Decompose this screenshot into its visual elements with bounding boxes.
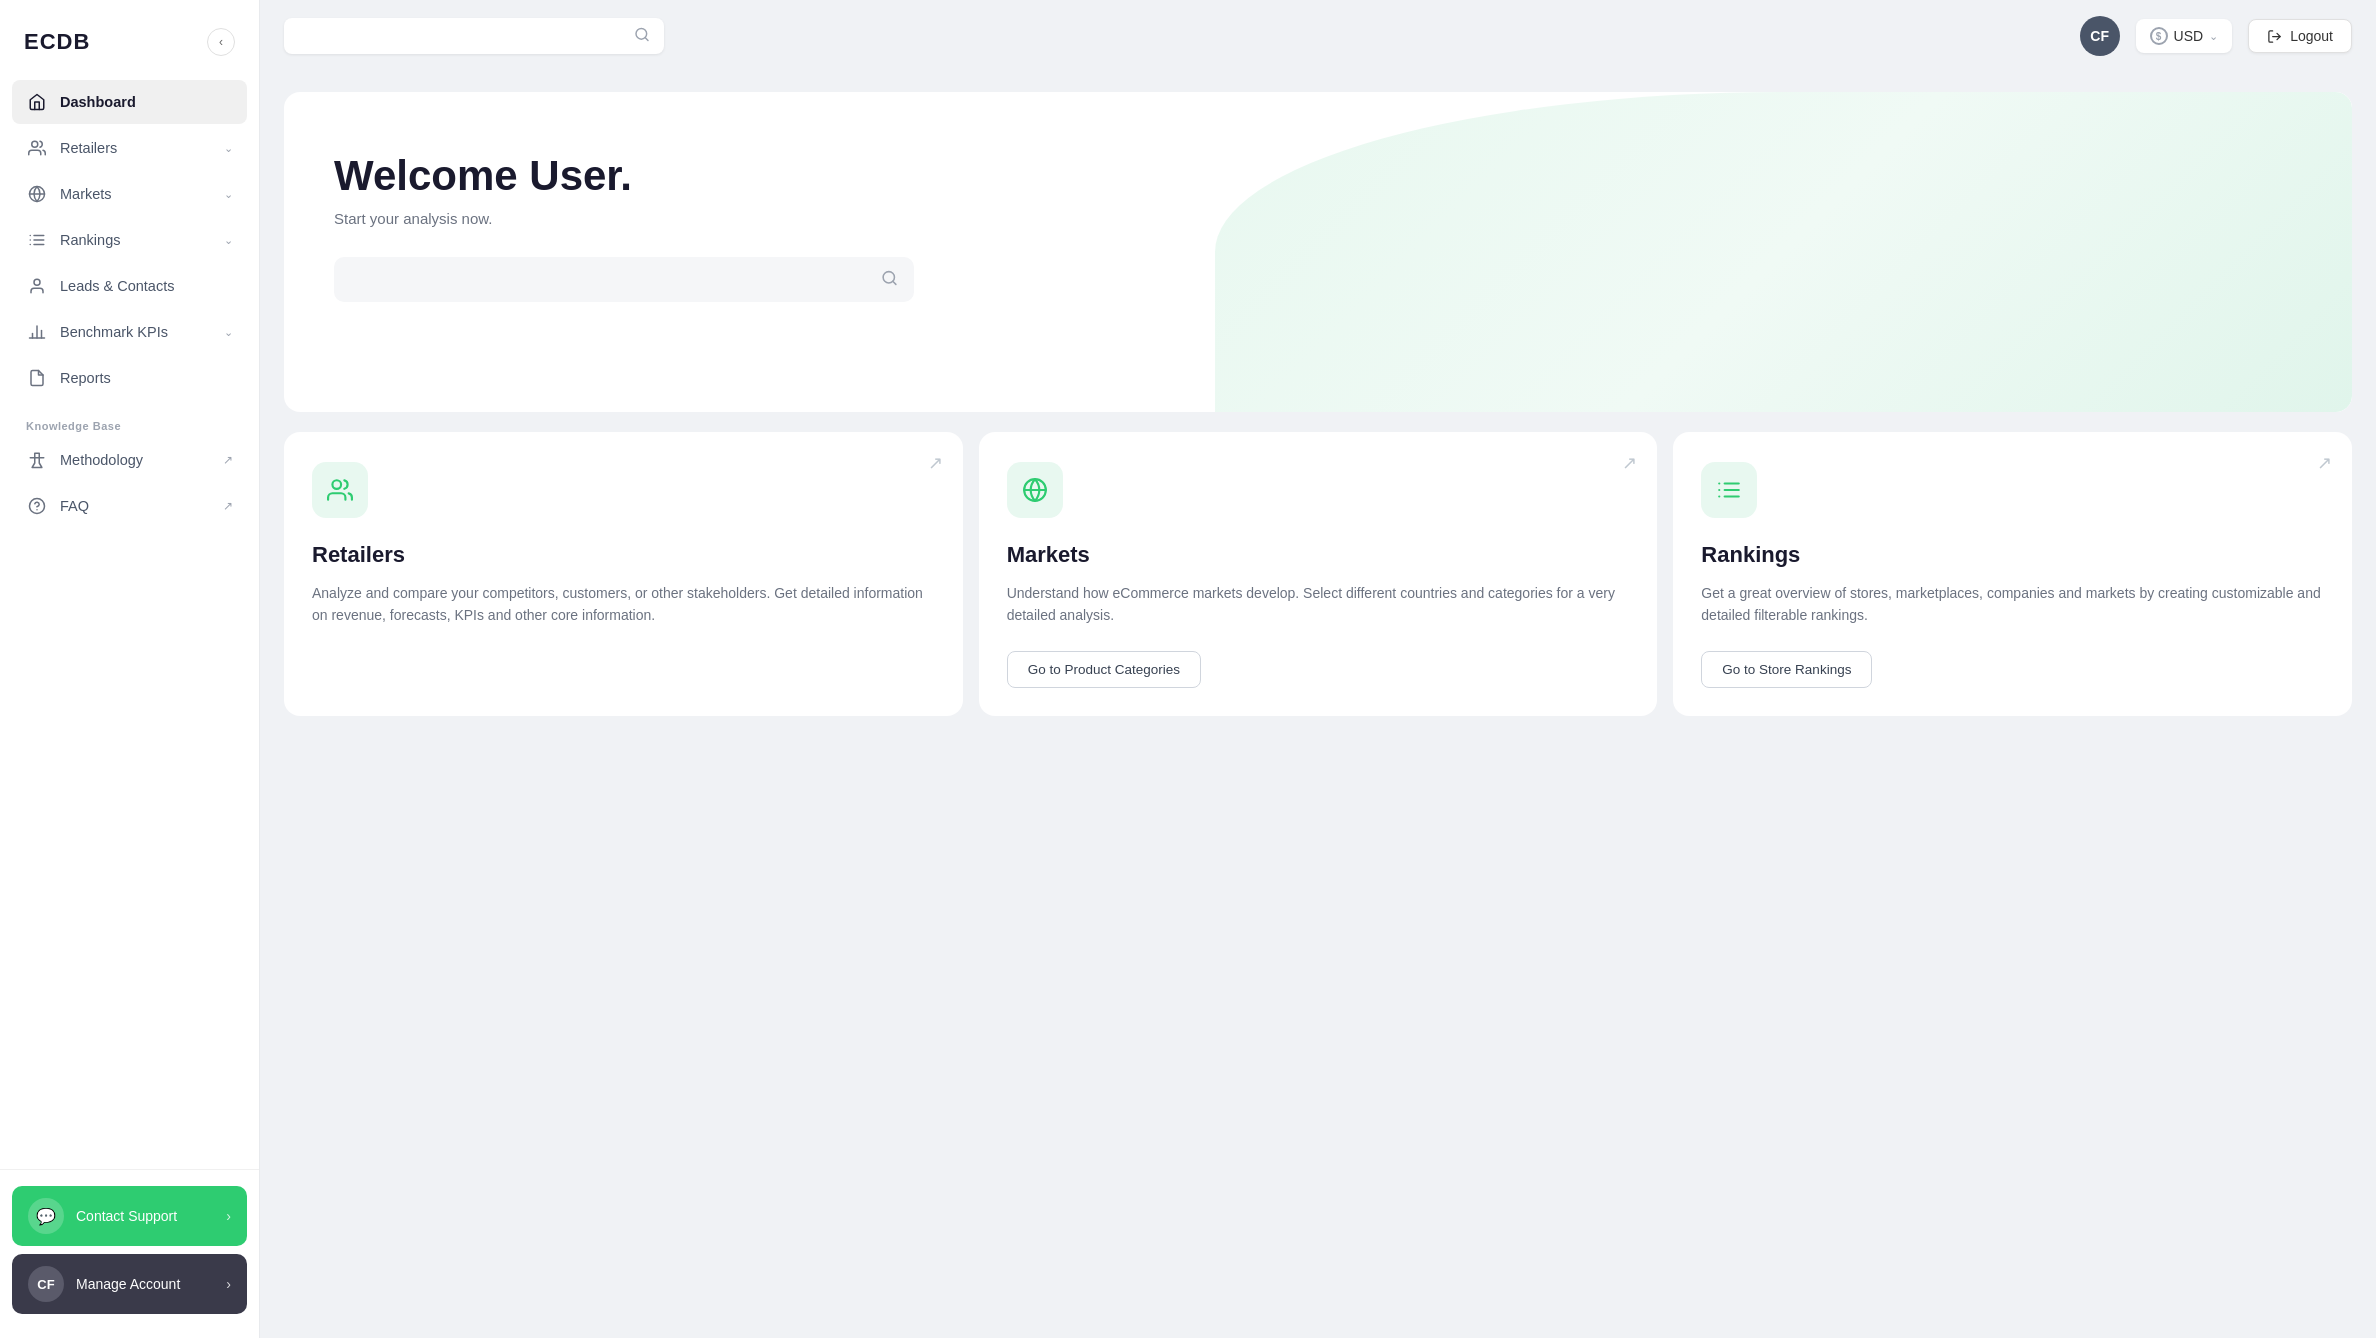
chevron-down-icon: ⌄ (224, 234, 233, 247)
svg-point-9 (34, 279, 40, 285)
globe-icon (26, 183, 48, 205)
sidebar-item-leads-contacts[interactable]: Leads & Contacts (12, 264, 247, 308)
external-link-icon: ↗ (223, 453, 233, 467)
file-icon (26, 367, 48, 389)
home-icon (26, 91, 48, 113)
svg-point-0 (32, 141, 38, 147)
svg-line-21 (893, 281, 896, 284)
sidebar-item-leads-contacts-label: Leads & Contacts (60, 278, 174, 294)
sidebar-item-markets-label: Markets (60, 186, 112, 202)
rankings-card-title: Rankings (1701, 542, 2324, 568)
hero-search-bar (334, 257, 914, 302)
retailers-card-icon (327, 477, 353, 503)
markets-card: ↗ Markets Understand how eCommerce marke… (979, 432, 1658, 716)
logo-text: ECDB (24, 29, 90, 55)
card-icon-wrap (1007, 462, 1063, 518)
sidebar-item-methodology[interactable]: Methodology ↗ (12, 438, 247, 482)
contact-support-button[interactable]: 💬 Contact Support › (12, 1186, 247, 1246)
sidebar-item-reports-label: Reports (60, 370, 111, 386)
sidebar-item-dashboard-label: Dashboard (60, 94, 136, 110)
external-link-icon[interactable]: ↗ (928, 452, 943, 474)
bar-chart-icon (26, 321, 48, 343)
manage-account-button[interactable]: CF Manage Account › (12, 1254, 247, 1314)
hero-subtitle: Start your analysis now. (334, 210, 2302, 227)
sidebar-bottom: 💬 Contact Support › CF Manage Account › (0, 1169, 259, 1338)
chevron-down-icon: ⌄ (224, 142, 233, 155)
users-icon (26, 137, 48, 159)
logout-button[interactable]: Logout (2248, 19, 2352, 53)
currency-label: USD (2174, 28, 2204, 44)
sidebar-item-faq-label: FAQ (60, 498, 89, 514)
sidebar: ECDB ‹ Dashboard Retailers ⌄ (0, 0, 260, 1338)
sidebar-item-retailers-label: Retailers (60, 140, 117, 156)
markets-card-desc: Understand how eCommerce markets develop… (1007, 582, 1630, 627)
sidebar-item-dashboard[interactable]: Dashboard (12, 80, 247, 124)
external-link-icon[interactable]: ↗ (2317, 452, 2332, 474)
hero-search-input[interactable] (334, 257, 914, 302)
sidebar-item-markets[interactable]: Markets ⌄ (12, 172, 247, 216)
sidebar-item-reports[interactable]: Reports (12, 356, 247, 400)
sidebar-nav: Dashboard Retailers ⌄ Markets ⌄ (0, 80, 259, 1169)
currency-selector[interactable]: $ USD ⌄ (2136, 19, 2233, 53)
hero-banner: Welcome User. Start your analysis now. (284, 92, 2352, 412)
go-to-product-categories-button[interactable]: Go to Product Categories (1007, 651, 1201, 688)
chevron-down-icon: ⌄ (2209, 30, 2218, 43)
markets-card-title: Markets (1007, 542, 1630, 568)
user-initials-icon: CF (28, 1266, 64, 1302)
flask-icon (26, 449, 48, 471)
header-search-bar (284, 18, 664, 54)
markets-card-icon (1022, 477, 1048, 503)
retailers-card: ↗ Retailers Analyze and compare your com… (284, 432, 963, 716)
contact-support-label: Contact Support (76, 1208, 177, 1224)
avatar[interactable]: CF (2080, 16, 2120, 56)
external-link-icon: ↗ (223, 499, 233, 513)
header-search-input[interactable] (284, 18, 664, 54)
external-link-icon[interactable]: ↗ (1622, 452, 1637, 474)
sidebar-item-faq[interactable]: FAQ ↗ (12, 484, 247, 528)
sidebar-item-methodology-label: Methodology (60, 452, 143, 468)
main-area: CF $ USD ⌄ Logout Welcome User. Start yo… (260, 0, 2376, 1338)
chat-icon: 💬 (28, 1198, 64, 1234)
logout-label: Logout (2290, 28, 2333, 44)
dollar-icon: $ (2150, 27, 2168, 45)
go-to-store-rankings-button[interactable]: Go to Store Rankings (1701, 651, 1872, 688)
rankings-card: ↗ Rankings Get a great overview of store… (1673, 432, 2352, 716)
sidebar-item-rankings-label: Rankings (60, 232, 120, 248)
search-icon (881, 269, 898, 290)
rankings-icon (26, 229, 48, 251)
svg-point-22 (332, 480, 341, 489)
retailers-card-title: Retailers (312, 542, 935, 568)
main-content: Welcome User. Start your analysis now. ↗ (260, 72, 2376, 1338)
card-icon-wrap (312, 462, 368, 518)
svg-line-18 (645, 38, 648, 41)
knowledge-base-label: Knowledge Base (12, 402, 247, 438)
retailers-card-desc: Analyze and compare your competitors, cu… (312, 582, 935, 627)
manage-account-label: Manage Account (76, 1276, 180, 1292)
chevron-down-icon: ⌄ (224, 326, 233, 339)
arrow-right-icon: › (226, 1276, 231, 1292)
logo: ECDB (24, 29, 90, 55)
sidebar-item-retailers[interactable]: Retailers ⌄ (12, 126, 247, 170)
header: CF $ USD ⌄ Logout (260, 0, 2376, 72)
sidebar-item-benchmark-kpis-label: Benchmark KPIs (60, 324, 168, 340)
search-icon (634, 27, 650, 46)
arrow-right-icon: › (226, 1208, 231, 1224)
help-icon (26, 495, 48, 517)
contact-icon (26, 275, 48, 297)
rankings-card-icon (1716, 477, 1742, 503)
hero-title: Welcome User. (334, 152, 2302, 200)
cards-row: ↗ Retailers Analyze and compare your com… (284, 432, 2352, 716)
sidebar-logo-area: ECDB ‹ (0, 0, 259, 80)
rankings-card-desc: Get a great overview of stores, marketpl… (1701, 582, 2324, 627)
card-icon-wrap (1701, 462, 1757, 518)
sidebar-item-benchmark-kpis[interactable]: Benchmark KPIs ⌄ (12, 310, 247, 354)
chevron-down-icon: ⌄ (224, 188, 233, 201)
sidebar-toggle-button[interactable]: ‹ (207, 28, 235, 56)
hero-content: Welcome User. Start your analysis now. (334, 152, 2302, 302)
sidebar-item-rankings[interactable]: Rankings ⌄ (12, 218, 247, 262)
logout-icon (2267, 29, 2282, 44)
